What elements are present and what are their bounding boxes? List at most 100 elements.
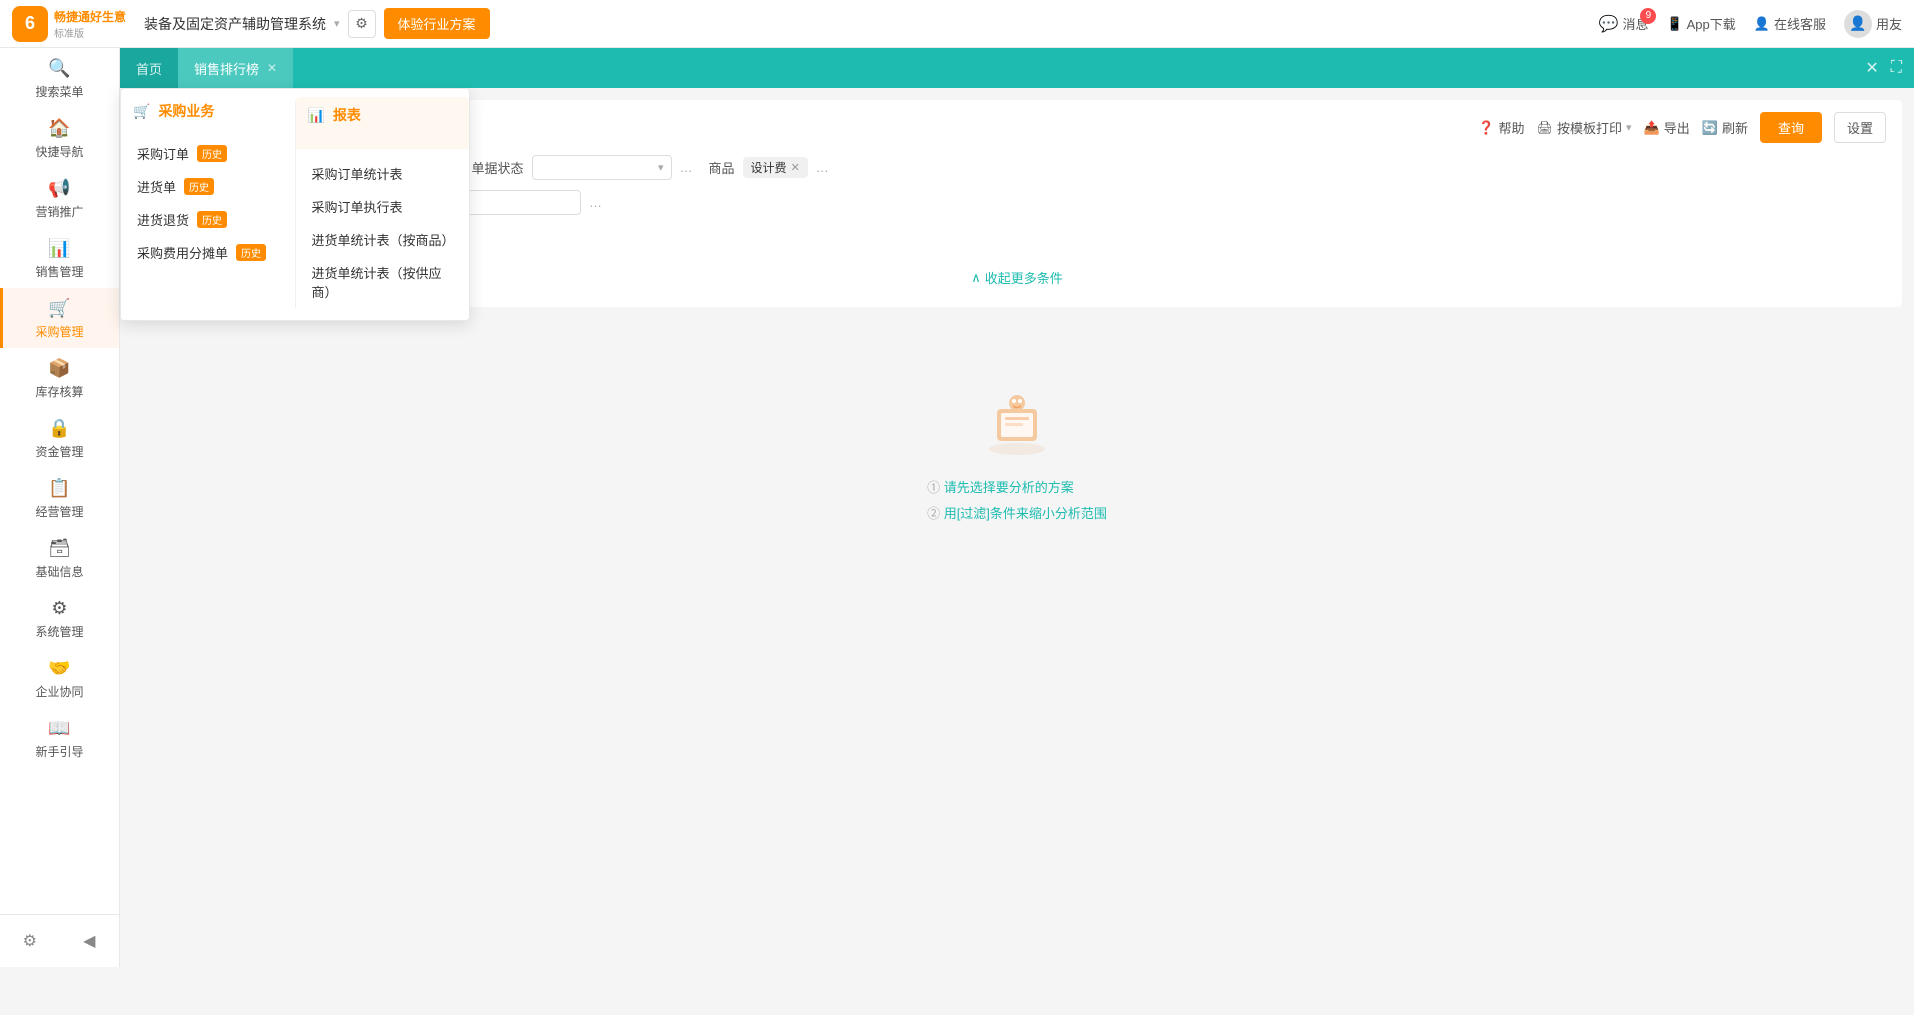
- dropdown-item-inbound-stats-goods[interactable]: 进货单统计表（按商品）: [308, 223, 458, 256]
- dropdown-report-header: 📊 报表: [308, 105, 458, 131]
- sidebar-item-purchase[interactable]: 🛒 采购管理: [0, 288, 119, 348]
- sidebar-item-label: 销售管理: [35, 263, 83, 280]
- print-dropdown-arrow: ▾: [1626, 121, 1632, 134]
- query-button[interactable]: 查询: [1760, 112, 1822, 143]
- hist-badge: 历史: [197, 211, 227, 228]
- voucher-status-select[interactable]: [532, 155, 672, 180]
- tab-close-button[interactable]: ✕: [267, 61, 277, 75]
- app-download-button[interactable]: 📱 App下载: [1666, 14, 1735, 33]
- enterprise-icon: 🤝: [48, 658, 70, 679]
- tab-bar-expand-icon[interactable]: ⛶: [1891, 59, 1902, 77]
- goods-tag-close[interactable]: ✕: [791, 161, 800, 174]
- logo-badge: 标准版: [54, 25, 126, 40]
- logo-text-block: 畅捷通好生意 标准版: [54, 8, 126, 40]
- sidebar-item-marketing[interactable]: 📢 营销推广: [0, 168, 119, 228]
- export-button[interactable]: 📤 导出: [1644, 118, 1690, 137]
- voucher-status-select-wrap: [532, 155, 672, 180]
- refresh-icon: 🔄: [1702, 120, 1718, 136]
- report-col-icon: 📊: [308, 107, 325, 124]
- inventory-icon: 📦: [48, 358, 70, 379]
- logo-area: 6 畅捷通好生意 标准版: [12, 6, 132, 42]
- dropdown-item-purchase-order[interactable]: 采购订单 历史: [133, 137, 283, 170]
- message-icon: 💬: [1599, 14, 1619, 34]
- tab-bar-close-icon[interactable]: ✕: [1865, 58, 1878, 78]
- dropdown-purchase-col: 🛒 采购业务 采购订单 历史 进货单 历史 进货退货 历史 采购费用分摊单 历史: [121, 101, 295, 308]
- print-button[interactable]: 🖨 按模板打印 ▾: [1537, 118, 1632, 137]
- sidebar-item-guide[interactable]: 📖 新手引导: [0, 708, 119, 768]
- avatar: 👤: [1844, 10, 1872, 38]
- sidebar-settings-button[interactable]: ⚙: [14, 925, 46, 957]
- logo-title: 畅捷通好生意: [54, 8, 126, 25]
- sidebar: 🔍 搜索菜单 🏠 快捷导航 📢 营销推广 📊 销售管理 🛒 采购管理 📦 库存核…: [0, 48, 120, 967]
- dropdown-item-purchase-order-stats[interactable]: 采购订单统计表: [308, 157, 458, 190]
- system-name-arrow: ▾: [334, 17, 340, 30]
- dropdown-item-inbound[interactable]: 进货单 历史: [133, 170, 283, 203]
- sidebar-item-inventory[interactable]: 📦 库存核算: [0, 348, 119, 408]
- system-icon: ⚙: [51, 598, 67, 619]
- sidebar-item-system[interactable]: ⚙ 系统管理: [0, 588, 119, 648]
- hist-badge: 历史: [236, 244, 266, 261]
- dropdown-item-inbound-return[interactable]: 进货退货 历史: [133, 203, 283, 236]
- basic-info-icon: 🗃: [48, 538, 71, 559]
- dropdown-purchase-header: 🛒 采购业务: [133, 101, 283, 127]
- tab-home[interactable]: 首页: [120, 48, 178, 88]
- dropdown-item-purchase-order-exec[interactable]: 采购订单执行表: [308, 190, 458, 223]
- sidebar-item-finance[interactable]: 🔒 资金管理: [0, 408, 119, 468]
- sales-icon: 📊: [48, 238, 70, 259]
- tab-bar-right: ✕ ⛶: [1865, 48, 1914, 88]
- sidebar-item-label: 快捷导航: [35, 143, 83, 160]
- operations-icon: 📋: [48, 478, 70, 499]
- purchase-dropdown-menu: 🛒 采购业务 采购订单 历史 进货单 历史 进货退货 历史 采购费用分摊单 历史…: [120, 88, 470, 321]
- refresh-button[interactable]: 🔄 刷新: [1702, 118, 1748, 137]
- empty-state: ① 请先选择要分析的方案 ② 用[过滤]条件来缩小分析范围: [120, 319, 1914, 587]
- dropdown-item-purchase-expense[interactable]: 采购费用分摊单 历史: [133, 236, 283, 269]
- voucher-status-label: 单据状态: [472, 158, 524, 177]
- help-icon: ❓: [1478, 120, 1494, 136]
- user-profile-button[interactable]: 👤 用友: [1844, 10, 1902, 38]
- message-button[interactable]: 💬 9 消息: [1599, 14, 1649, 34]
- online-service-button[interactable]: 👤 在线客服: [1754, 14, 1826, 33]
- sidebar-item-label: 经营管理: [35, 503, 83, 520]
- salesperson-more[interactable]: …: [589, 195, 602, 210]
- settings-gear-button[interactable]: ⚙: [348, 10, 376, 38]
- goods-more[interactable]: …: [816, 160, 829, 175]
- dropdown-item-inbound-stats-supplier[interactable]: 进货单统计表（按供应商）: [308, 256, 458, 308]
- export-icon: 📤: [1644, 120, 1660, 136]
- sidebar-item-label: 采购管理: [35, 323, 83, 340]
- search-icon: 🔍: [48, 58, 70, 79]
- voucher-status-more[interactable]: …: [680, 160, 693, 175]
- sidebar-bottom: ⚙ ◀: [0, 914, 119, 967]
- sidebar-item-label: 库存核算: [35, 383, 83, 400]
- sidebar-item-label: 营销推广: [35, 203, 83, 220]
- sidebar-item-label: 新手引导: [35, 743, 83, 760]
- sidebar-item-search[interactable]: 🔍 搜索菜单: [0, 48, 119, 108]
- sidebar-item-label: 企业协同: [35, 683, 83, 700]
- sidebar-item-operations[interactable]: 📋 经营管理: [0, 468, 119, 528]
- trial-button[interactable]: 体验行业方案: [384, 8, 490, 39]
- message-badge: 9: [1640, 8, 1656, 24]
- sidebar-item-basic-info[interactable]: 🗃 基础信息: [0, 528, 119, 588]
- tab-bar: 首页 销售排行榜 ✕ ✕ ⛶: [120, 48, 1914, 88]
- sidebar-item-sales[interactable]: 📊 销售管理: [0, 228, 119, 288]
- marketing-icon: 📢: [48, 178, 70, 199]
- help-button[interactable]: ❓ 帮助: [1478, 118, 1524, 137]
- sidebar-item-label: 资金管理: [35, 443, 83, 460]
- system-name-area: 装备及固定资产辅助管理系统 ▾ ⚙ 体验行业方案: [132, 8, 1599, 39]
- dropdown-report-col: 📊 报表 采购订单统计表 采购订单执行表 进货单统计表（按商品） 进货单统计表（…: [295, 101, 470, 308]
- purchase-icon: 🛒: [48, 298, 70, 319]
- collapse-label: 收起更多条件: [985, 268, 1063, 287]
- voucher-status-filter: 单据状态 …: [472, 155, 693, 180]
- goods-label: 商品: [709, 158, 735, 177]
- sidebar-collapse-button[interactable]: ◀: [73, 925, 105, 957]
- hist-badge: 历史: [184, 178, 214, 195]
- print-icon: 🖨: [1537, 120, 1554, 136]
- goods-tag: 设计费 ✕: [743, 157, 808, 178]
- purchase-col-icon: 🛒: [133, 103, 150, 120]
- sidebar-item-enterprise[interactable]: 🤝 企业协同: [0, 648, 119, 708]
- sidebar-item-label: 基础信息: [35, 563, 83, 580]
- tab-sales-ranking[interactable]: 销售排行榜 ✕: [178, 48, 293, 88]
- sidebar-item-label: 系统管理: [35, 623, 83, 640]
- finance-icon: 🔒: [48, 418, 70, 439]
- settings-button[interactable]: 设置: [1834, 112, 1886, 143]
- sidebar-item-quick-nav[interactable]: 🏠 快捷导航: [0, 108, 119, 168]
